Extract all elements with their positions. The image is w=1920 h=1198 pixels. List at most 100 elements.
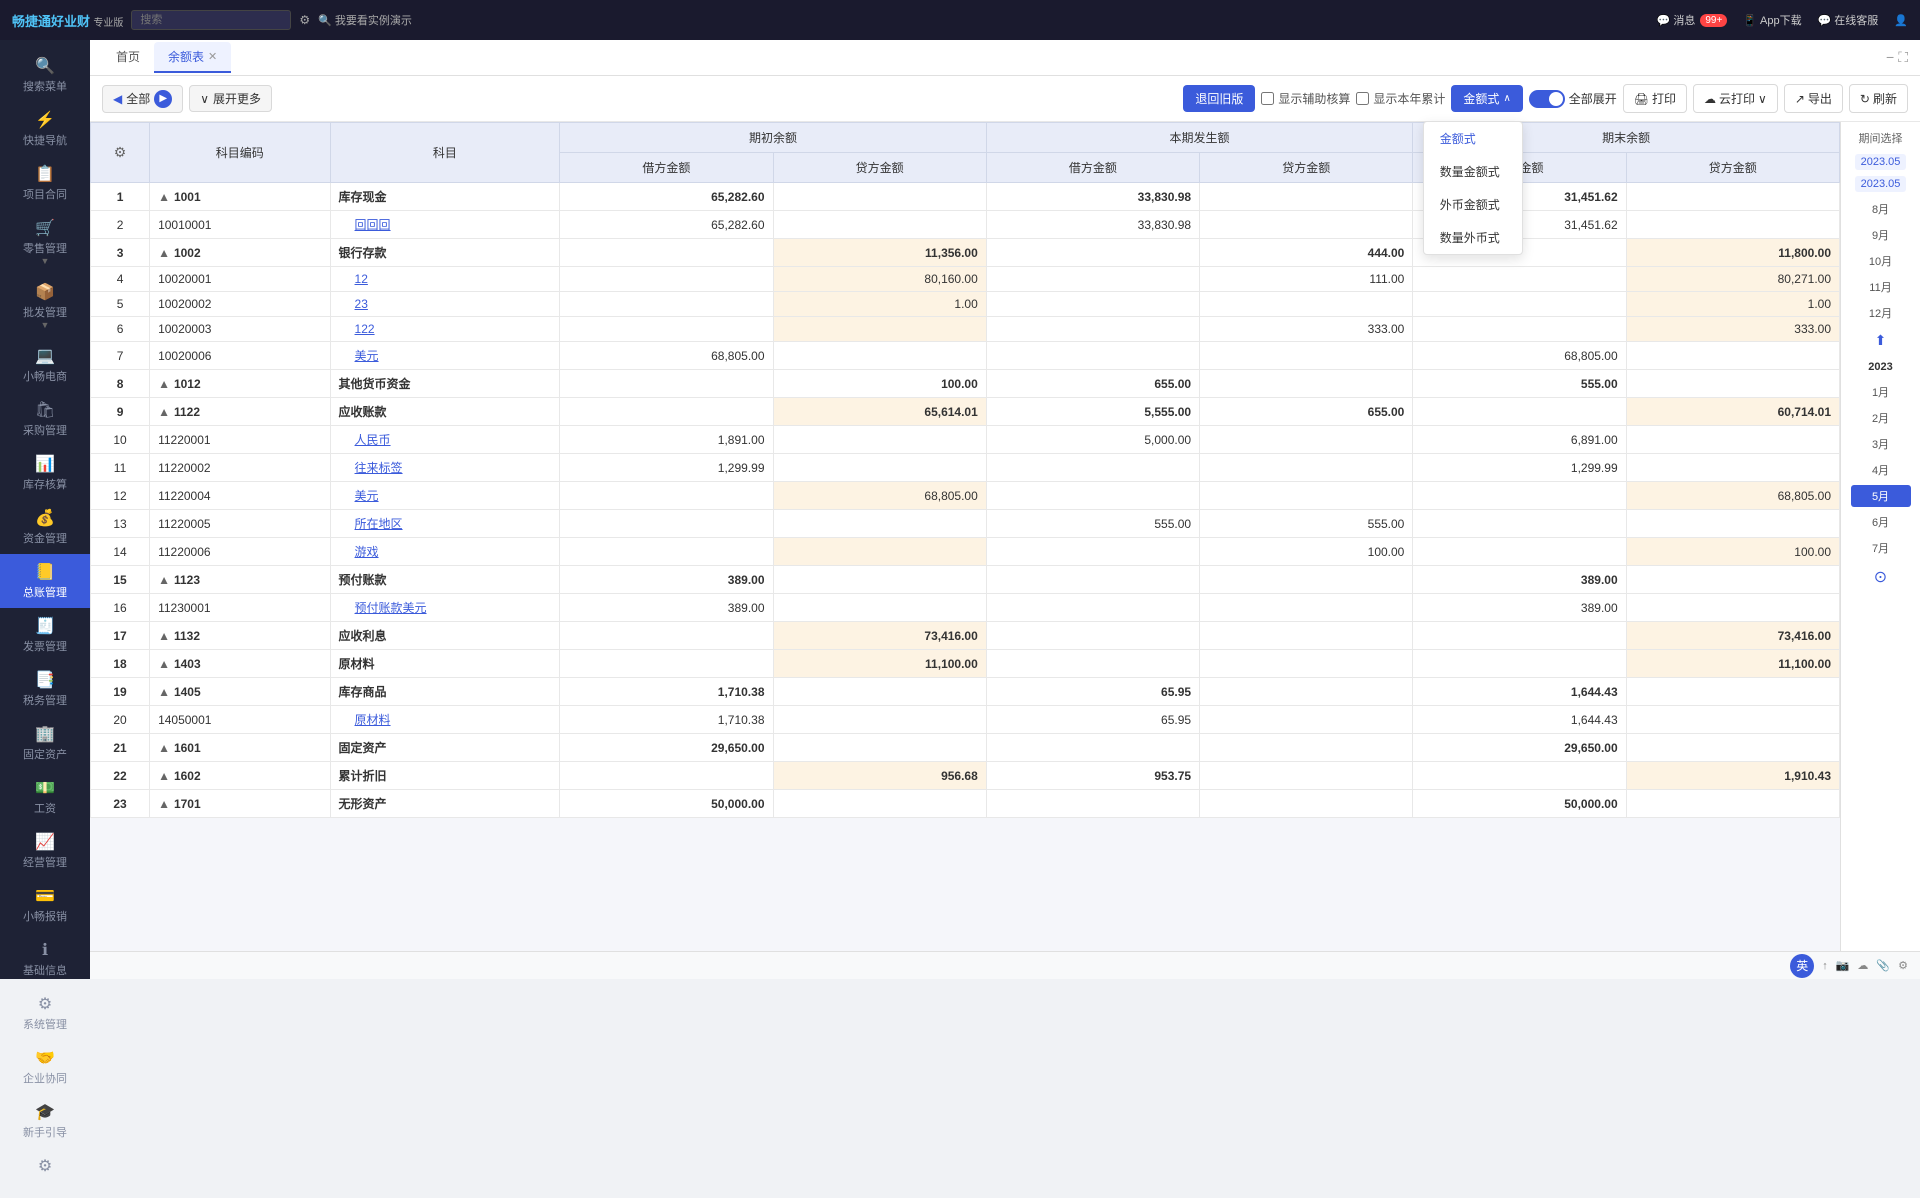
format-option-qty-foreign[interactable]: 数量外币式 — [1424, 221, 1522, 254]
cell-subject[interactable]: 122 — [330, 317, 560, 342]
print-btn[interactable]: 🖨 打印 — [1623, 84, 1687, 113]
breadcrumb-btn[interactable]: ◀ 全部 ▶ — [102, 85, 183, 113]
cloud-print-btn[interactable]: ☁ 云打印 ∨ — [1693, 84, 1778, 113]
content-area: 首页 余额表 ✕ − ⛶ ◀ 全部 ▶ ∨ 展开更多 — [90, 40, 1920, 979]
export-btn[interactable]: ↗ 导出 — [1784, 84, 1843, 113]
operation-icon: 📈 — [4, 832, 86, 852]
minimize-icon[interactable]: − — [1886, 49, 1894, 66]
refresh-btn[interactable]: ↻ 刷新 — [1849, 84, 1908, 113]
month-item-12[interactable]: 12月 — [1851, 302, 1911, 324]
sidebar-item-tax[interactable]: 📑 税务管理 — [0, 662, 90, 716]
cell-subject[interactable]: 人民币 — [330, 426, 560, 454]
sidebar-item-search[interactable]: 🔍 搜索菜单 — [0, 48, 90, 102]
cell-opening-credit: 100.00 — [773, 370, 986, 398]
cell-opening-credit — [773, 734, 986, 762]
search-input[interactable] — [131, 10, 291, 30]
cell-current-credit — [1200, 370, 1413, 398]
show-ytd-check-label[interactable]: 显示本年累计 — [1356, 90, 1445, 107]
month-item-1[interactable]: 1月 — [1851, 381, 1911, 403]
maximize-icon[interactable]: ⛶ — [1898, 49, 1908, 66]
collapse-right-panel-icon[interactable]: ⊙ — [1874, 567, 1887, 587]
show-aux-checkbox[interactable] — [1261, 92, 1274, 105]
cell-no: 21 — [91, 734, 150, 762]
month-item-8[interactable]: 8月 — [1851, 198, 1911, 220]
tax-icon: 📑 — [4, 670, 86, 690]
sidebar-item-funds[interactable]: 💰 资金管理 — [0, 500, 90, 554]
sidebar-item-system[interactable]: ⚙ 系统管理 — [0, 986, 90, 1040]
cell-subject[interactable]: 游戏 — [330, 538, 560, 566]
zh-en-toggle-btn[interactable]: 英 — [1790, 954, 1814, 978]
return-old-btn[interactable]: 退回旧版 — [1183, 85, 1255, 112]
month-item-5[interactable]: 5月 — [1851, 485, 1911, 507]
cell-subject[interactable]: 所在地区 — [330, 510, 560, 538]
col-header-settings[interactable]: ⚙ — [91, 123, 150, 183]
sidebar-item-retail[interactable]: 🛒 零售管理 ▼ — [0, 210, 90, 274]
cell-subject[interactable]: 预付账款美元 — [330, 594, 560, 622]
sidebar-item-info[interactable]: ℹ 基础信息 — [0, 932, 90, 986]
sidebar-item-operation[interactable]: 📈 经营管理 — [0, 824, 90, 878]
sidebar-item-nav[interactable]: ⚡ 快捷导航 — [0, 102, 90, 156]
cell-opening-debit: 65,282.60 — [560, 183, 773, 211]
cell-subject[interactable]: 美元 — [330, 342, 560, 370]
cell-closing-credit — [1626, 594, 1839, 622]
sidebar-item-ledger[interactable]: 📒 总账管理 — [0, 554, 90, 608]
notifications-btn[interactable]: 💬 消息 99+ — [1657, 12, 1728, 28]
sidebar-item-inventory[interactable]: 📊 库存核算 — [0, 446, 90, 500]
sidebar-item-assets[interactable]: 🏢 固定资产 — [0, 716, 90, 770]
show-aux-check-label[interactable]: 显示辅助核算 — [1261, 90, 1350, 107]
month-item-6[interactable]: 6月 — [1851, 511, 1911, 533]
user-avatar[interactable]: 👤 — [1894, 14, 1908, 27]
cell-current-debit — [986, 482, 1199, 510]
month-item-4[interactable]: 4月 — [1851, 459, 1911, 481]
format-option-amount[interactable]: 金额式 — [1424, 122, 1522, 155]
settings-icon[interactable]: ⚙ — [114, 144, 127, 160]
month-item-10[interactable]: 10月 — [1851, 250, 1911, 272]
format-dropdown-btn[interactable]: 金额式 ∧ — [1451, 85, 1522, 112]
expand-all-toggle[interactable] — [1529, 90, 1565, 108]
sidebar-item-salary[interactable]: 💵 工资 — [0, 770, 90, 824]
sidebar-item-invoice[interactable]: 🧾 发票管理 — [0, 608, 90, 662]
sidebar-item-guide[interactable]: 🎓 新手引导 — [0, 1094, 90, 1148]
cell-subject[interactable]: 回回回 — [330, 211, 560, 239]
sidebar-item-wholesale[interactable]: 📦 批发管理 ▼ — [0, 274, 90, 338]
up-arrow-icon[interactable]: ↑ — [1822, 960, 1828, 972]
cell-subject[interactable]: 23 — [330, 292, 560, 317]
sidebar-item-purchase[interactable]: 🛍 采购管理 — [0, 392, 90, 446]
cell-subject[interactable]: 美元 — [330, 482, 560, 510]
cloud-status-icon[interactable]: ☁ — [1857, 959, 1868, 972]
month-item-9[interactable]: 9月 — [1851, 224, 1911, 246]
show-ytd-checkbox[interactable] — [1356, 92, 1369, 105]
cell-subject[interactable]: 原材料 — [330, 706, 560, 734]
cell-subject[interactable]: 往来标签 — [330, 454, 560, 482]
app-download-btn[interactable]: 📱 App下载 — [1743, 12, 1801, 28]
demo-link[interactable]: 🔍 我要看实例演示 — [318, 12, 412, 28]
toolbar: ◀ 全部 ▶ ∨ 展开更多 退回旧版 显示辅助核算 显示本年累计 — [90, 76, 1920, 122]
format-option-qty-amount[interactable]: 数量金额式 — [1424, 155, 1522, 188]
cell-subject[interactable]: 12 — [330, 267, 560, 292]
sidebar-item-expense[interactable]: 💳 小畅报销 — [0, 878, 90, 932]
tab-balance[interactable]: 余额表 ✕ — [154, 42, 231, 73]
settings-icon[interactable]: ⚙ — [299, 13, 310, 27]
month-item-2[interactable]: 2月 — [1851, 407, 1911, 429]
camera-icon[interactable]: 📷 — [1836, 959, 1850, 972]
sidebar-settings[interactable]: ⚙ — [34, 1148, 56, 1186]
expand-more-btn[interactable]: ∨ 展开更多 — [189, 85, 272, 112]
cell-code: 11220002 — [150, 454, 330, 482]
format-option-foreign-amount[interactable]: 外币金额式 — [1424, 188, 1522, 221]
cell-opening-debit — [560, 510, 773, 538]
cell-code: ▲1405 — [150, 678, 330, 706]
close-tab-icon[interactable]: ✕ — [208, 50, 217, 63]
forward-icon[interactable]: ▶ — [154, 90, 172, 108]
tab-home[interactable]: 首页 — [102, 42, 154, 73]
month-item-11[interactable]: 11月 — [1851, 276, 1911, 298]
cell-opening-debit — [560, 538, 773, 566]
sidebar-item-ecommerce[interactable]: 💻 小畅电商 — [0, 338, 90, 392]
month-item-7[interactable]: 7月 — [1851, 537, 1911, 559]
prev-year-icon[interactable]: ⬆ — [1875, 332, 1887, 349]
sidebar-item-project[interactable]: 📋 项目合同 — [0, 156, 90, 210]
sidebar-item-collab[interactable]: 🤝 企业协同 — [0, 1040, 90, 1094]
gear-status-icon[interactable]: ⚙ — [1898, 959, 1908, 972]
month-item-3[interactable]: 3月 — [1851, 433, 1911, 455]
online-service-btn[interactable]: 💬 在线客服 — [1818, 12, 1879, 28]
attachment-icon[interactable]: 📎 — [1876, 959, 1890, 972]
